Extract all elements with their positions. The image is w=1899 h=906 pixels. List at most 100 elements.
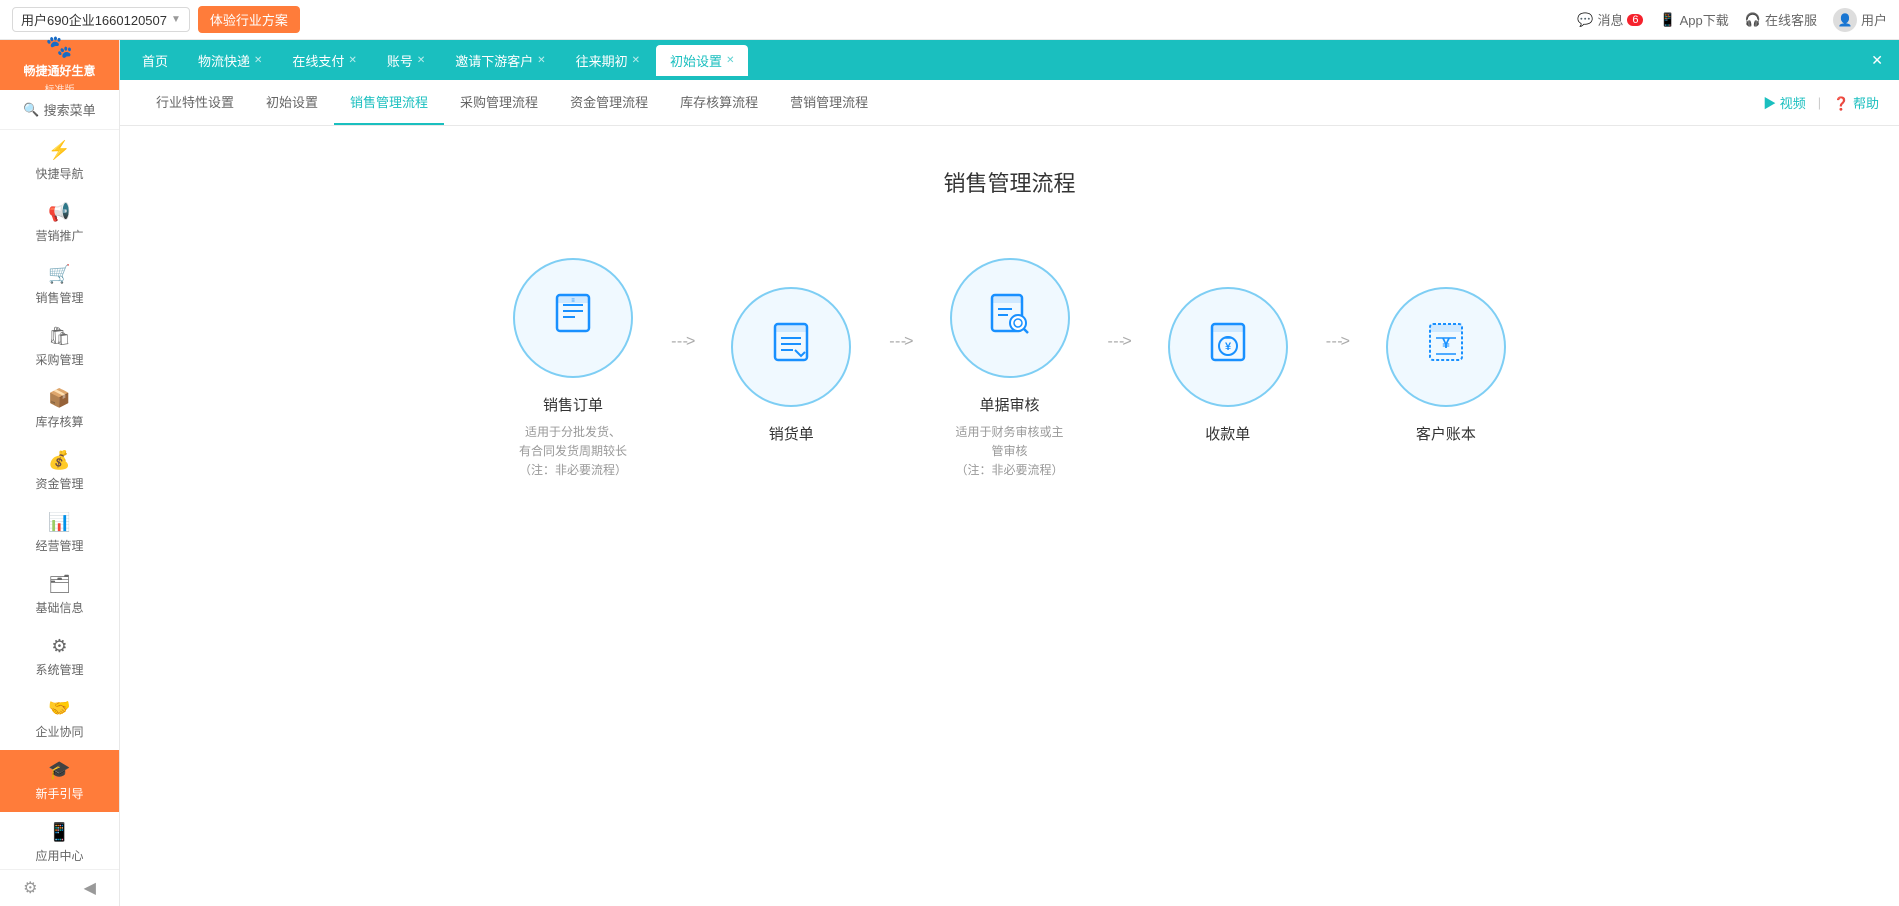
sidebar-item-label: 新手引导 xyxy=(35,785,83,802)
sub-tabs-left: 行业特性设置初始设置销售管理流程采购管理流程资金管理流程库存核算流程营销管理流程 xyxy=(140,80,884,125)
flow-item-title-document-review: 单据审核 xyxy=(979,394,1039,415)
avatar: 👤 xyxy=(1833,8,1857,32)
sidebar-item-label: 采购管理 xyxy=(35,351,83,368)
video-link[interactable]: ▶ 视频 xyxy=(1763,93,1806,112)
sub-tabs-right: ▶ 视频 | ❓ 帮助 xyxy=(1763,93,1879,112)
window-close-icon[interactable]: ✕ xyxy=(1863,48,1891,73)
user-selector-text: 用户690企业1660120507 xyxy=(21,10,167,29)
flow-item-receipt[interactable]: ¥ 收款单 xyxy=(1138,287,1318,452)
nav-icon-new-guide: 🎓 xyxy=(48,760,70,781)
nav-icon-operations-mgmt: 📊 xyxy=(48,512,70,533)
flow-item-customer-ledger[interactable]: ¥ 客户账本 xyxy=(1356,287,1536,452)
layout: 🐾 畅捷通好生意 标准版 🔍 搜索菜单 ⚡ 快捷导航 📢 营销推广 🛒 销售管理… xyxy=(0,40,1899,906)
sub-tab-sales-flow[interactable]: 销售管理流程 xyxy=(334,80,444,125)
tab-close-icon[interactable]: ✕ xyxy=(254,55,262,66)
flow-arrow-4: - - -> xyxy=(1326,333,1348,406)
logo-area: 🐾 畅捷通好生意 标准版 xyxy=(0,40,119,90)
sub-tab-initial-setup[interactable]: 初始设置 xyxy=(250,80,334,125)
nav-tab-account[interactable]: 账号 ✕ xyxy=(373,45,439,76)
nav-icon-basic-info: 🗂 xyxy=(48,574,71,595)
top-bar-right: 💬 消息 6 📱 App下载 🎧 在线客服 👤 用户 xyxy=(1577,8,1887,32)
online-service-item[interactable]: 🎧 在线客服 xyxy=(1745,10,1817,29)
sidebar-item-purchase-mgmt[interactable]: 🛍 采购管理 xyxy=(0,316,119,378)
sidebar-bottom: ⚙ ◀ xyxy=(0,869,119,906)
flow-arrow-3: - - -> xyxy=(1108,333,1130,406)
nav-icon-app-center: 📱 xyxy=(48,822,70,843)
top-bar: 用户690企业1660120507 ▼ 体验行业方案 💬 消息 6 📱 App下… xyxy=(0,0,1899,40)
nav-tab-label: 往来期初 xyxy=(576,51,628,70)
settings-icon[interactable]: ⚙ xyxy=(23,878,37,898)
nav-icon-sales-mgmt: 🛒 xyxy=(48,264,70,285)
nav-tab-logistics[interactable]: 物流快递✕ xyxy=(184,45,276,76)
user-selector[interactable]: 用户690企业1660120507 ▼ xyxy=(12,7,190,32)
nav-tab-label: 账号 xyxy=(387,51,413,70)
nav-tab-label: 邀请下游客户 xyxy=(455,51,533,70)
sidebar-item-new-guide[interactable]: 🎓 新手引导 xyxy=(0,750,119,812)
experience-btn[interactable]: 体验行业方案 xyxy=(198,6,300,33)
nav-tab-invite-customer[interactable]: 邀请下游客户 ✕ xyxy=(441,45,559,76)
flow-item-title-sales-order: 销售订单 xyxy=(543,394,603,415)
tab-close-icon[interactable]: ✕ xyxy=(726,55,734,66)
content-body: 销售管理流程 ≡ 销售订单适用于分批发货、 有合同发货周期较长 （注：非必要流程… xyxy=(120,126,1899,521)
sidebar-nav: ⚡ 快捷导航 📢 营销推广 🛒 销售管理 🛍 采购管理 📦 库存核算 💰 资金管… xyxy=(0,130,119,869)
app-download-item[interactable]: 📱 App下载 xyxy=(1659,10,1728,29)
sidebar: 🐾 畅捷通好生意 标准版 🔍 搜索菜单 ⚡ 快捷导航 📢 营销推广 🛒 销售管理… xyxy=(0,40,120,906)
search-menu-label: 搜索菜单 xyxy=(44,100,96,119)
sidebar-item-label: 快捷导航 xyxy=(35,165,83,182)
search-menu[interactable]: 🔍 搜索菜单 xyxy=(0,90,119,130)
tab-close-icon[interactable]: ✕ xyxy=(537,55,545,66)
page-area: 行业特性设置初始设置销售管理流程采购管理流程资金管理流程库存核算流程营销管理流程… xyxy=(120,80,1899,906)
nav-tab-home[interactable]: 首页 xyxy=(128,45,182,76)
sidebar-item-label: 库存核算 xyxy=(35,413,83,430)
search-icon: 🔍 xyxy=(23,102,39,118)
sub-tab-inventory-flow[interactable]: 库存核算流程 xyxy=(664,80,774,125)
sidebar-item-basic-info[interactable]: 🗂 基础信息 xyxy=(0,564,119,626)
collapse-icon[interactable]: ◀ xyxy=(84,878,96,898)
online-service-label: 在线客服 xyxy=(1765,10,1817,29)
sidebar-item-label: 系统管理 xyxy=(35,661,83,678)
flow-item-title-receipt: 收款单 xyxy=(1205,423,1250,444)
tab-close-icon[interactable]: ✕ xyxy=(632,55,640,66)
download-icon: 📱 xyxy=(1659,12,1675,28)
sub-tab-industry-settings[interactable]: 行业特性设置 xyxy=(140,80,250,125)
sidebar-item-inventory[interactable]: 📦 库存核算 xyxy=(0,378,119,440)
flow-circle-sales-order: ≡ xyxy=(513,258,633,378)
flow-icon-sales-invoice xyxy=(767,318,815,376)
chevron-down-icon: ▼ xyxy=(171,14,181,25)
nav-tab-payment[interactable]: 在线支付 ✕ xyxy=(278,45,370,76)
nav-tab-initial-setup[interactable]: 初始设置✕ xyxy=(656,45,748,76)
sidebar-item-marketing-promo[interactable]: 📢 营销推广 xyxy=(0,192,119,254)
flow-item-desc-sales-order: 适用于分批发货、 有合同发货周期较长 （注：非必要流程） xyxy=(519,423,627,481)
sub-tab-purchase-flow[interactable]: 采购管理流程 xyxy=(444,80,554,125)
nav-tab-label: 在线支付 xyxy=(292,51,344,70)
flow-item-document-review[interactable]: 单据审核适用于财务审核或主 管审核 （注：非必要流程） xyxy=(920,258,1100,481)
tab-close-icon[interactable]: ✕ xyxy=(417,55,425,66)
sidebar-item-operations-mgmt[interactable]: 📊 经营管理 xyxy=(0,502,119,564)
sidebar-item-label: 资金管理 xyxy=(35,475,83,492)
sidebar-item-label: 营销推广 xyxy=(35,227,83,244)
sub-tab-finance-flow[interactable]: 资金管理流程 xyxy=(554,80,664,125)
flow-item-desc-document-review: 适用于财务审核或主 管审核 （注：非必要流程） xyxy=(955,423,1063,481)
logo-icon: 🐾 xyxy=(46,34,73,60)
nav-tab-label: 首页 xyxy=(142,51,168,70)
sub-tab-marketing-flow[interactable]: 营销管理流程 xyxy=(774,80,884,125)
sidebar-item-label: 销售管理 xyxy=(35,289,83,306)
top-bar-left: 用户690企业1660120507 ▼ 体验行业方案 xyxy=(12,6,300,33)
nav-icon-inventory: 📦 xyxy=(48,388,70,409)
sidebar-item-quick-nav[interactable]: ⚡ 快捷导航 xyxy=(0,130,119,192)
sidebar-item-enterprise-collab[interactable]: 🤝 企业协同 xyxy=(0,688,119,750)
sidebar-item-app-center[interactable]: 📱 应用中心 xyxy=(0,812,119,869)
help-link[interactable]: ❓ 帮助 xyxy=(1833,93,1879,112)
nav-icon-purchase-mgmt: 🛍 xyxy=(48,326,71,347)
flow-item-sales-order[interactable]: ≡ 销售订单适用于分批发货、 有合同发货周期较长 （注：非必要流程） xyxy=(483,258,663,481)
tab-close-icon[interactable]: ✕ xyxy=(348,55,356,66)
user-item[interactable]: 👤 用户 xyxy=(1833,8,1887,32)
sidebar-item-sales-mgmt[interactable]: 🛒 销售管理 xyxy=(0,254,119,316)
flow-item-sales-invoice[interactable]: 销货单 xyxy=(701,287,881,452)
message-item[interactable]: 💬 消息 6 xyxy=(1577,10,1643,29)
nav-icon-quick-nav: ⚡ xyxy=(48,140,70,161)
flow-circle-receipt: ¥ xyxy=(1168,287,1288,407)
nav-tab-period-init[interactable]: 往来期初 ✕ xyxy=(562,45,654,76)
sidebar-item-finance-mgmt[interactable]: 💰 资金管理 xyxy=(0,440,119,502)
sidebar-item-system-mgmt[interactable]: ⚙ 系统管理 xyxy=(0,626,119,688)
